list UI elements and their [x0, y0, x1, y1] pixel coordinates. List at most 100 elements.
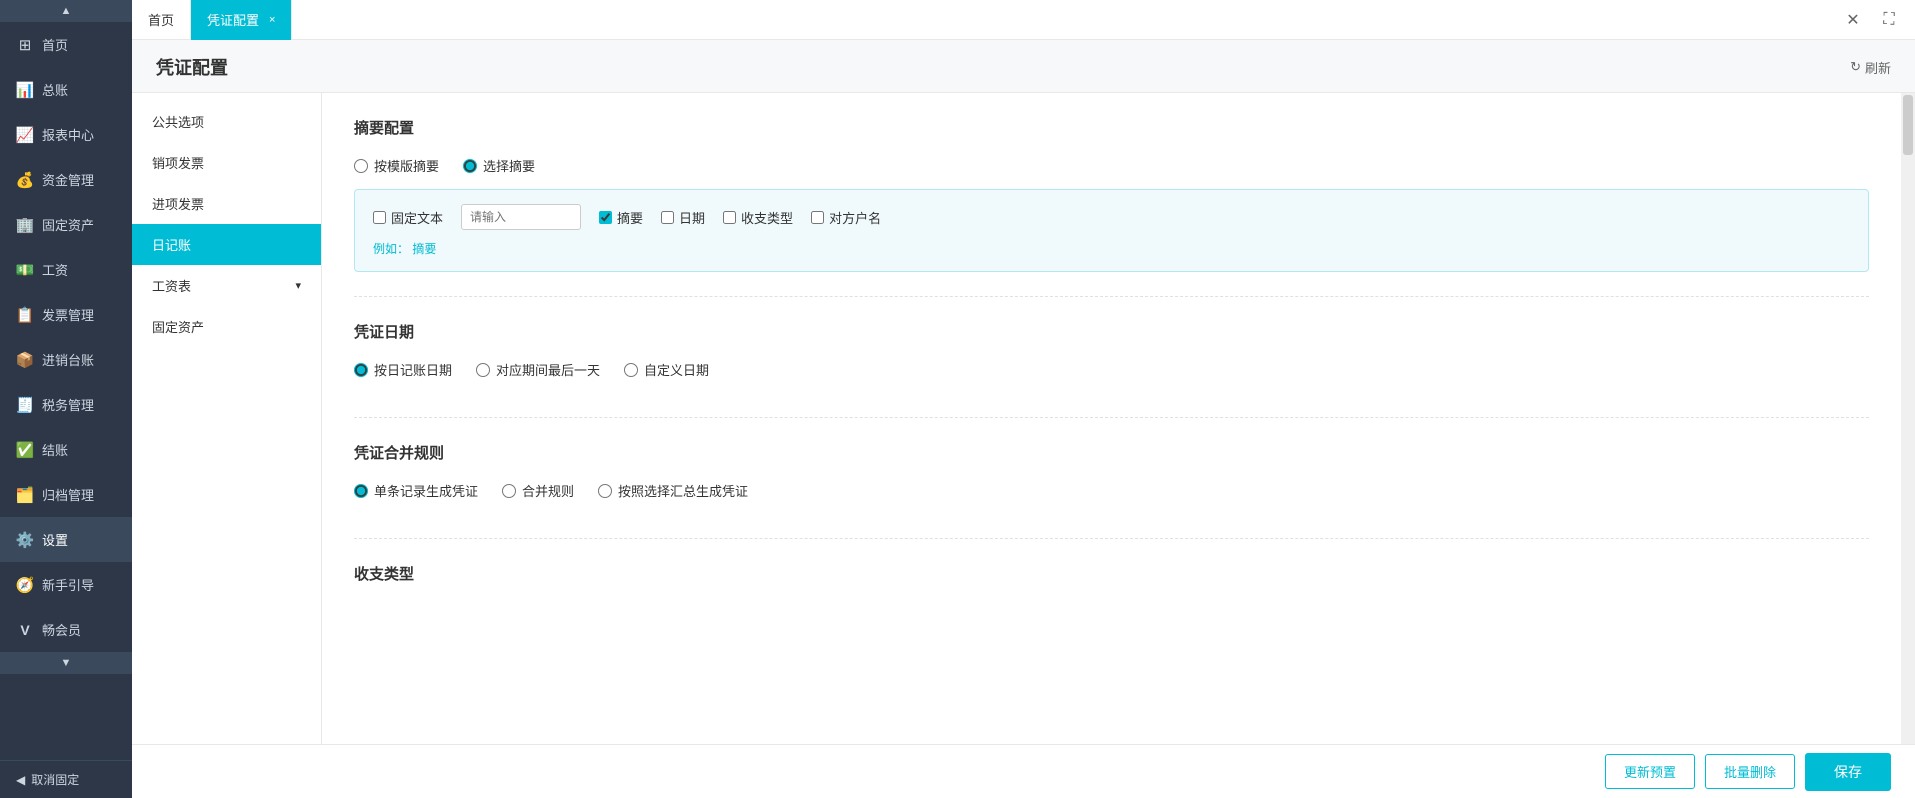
income-type-checkbox[interactable]: [723, 211, 736, 224]
sidebar-item-label: 固定资产: [42, 215, 94, 234]
page-header: 凭证配置 ↻ 刷新: [132, 40, 1915, 93]
right-content: 摘要配置 按模版摘要 选择摘要: [322, 93, 1901, 744]
left-nav-item-fixed-assets[interactable]: 固定资产: [132, 306, 321, 347]
single-record-radio[interactable]: [354, 484, 368, 498]
radio-single-record[interactable]: 单条记录生成凭证: [354, 481, 478, 500]
chevron-down-icon: ▾: [295, 279, 301, 292]
update-preview-button[interactable]: 更新预置: [1605, 754, 1695, 789]
sidebar-item-archive[interactable]: 🗂️ 归档管理: [0, 472, 132, 517]
income-type-section: 收支类型: [354, 563, 1869, 610]
radio-by-journal-date[interactable]: 按日记账日期: [354, 360, 452, 379]
sidebar-bottom-label: 取消固定: [31, 771, 79, 788]
sidebar-item-label: 报表中心: [42, 125, 94, 144]
tab-close-icon[interactable]: ×: [269, 14, 275, 26]
tab-voucher-config-label: 凭证配置: [207, 10, 259, 29]
scrollbar-thumb[interactable]: [1903, 95, 1913, 155]
radio-select-aggregate[interactable]: 按照选择汇总生成凭证: [598, 481, 748, 500]
voucher-merge-radio-group: 单条记录生成凭证 合并规则 按照选择汇总生成凭证: [354, 481, 1869, 500]
refresh-icon: ↻: [1850, 59, 1861, 75]
summary-checkbox-row: 固定文本 摘要 日期: [373, 204, 1850, 230]
sidebar-scroll-up[interactable]: ▲: [0, 0, 132, 22]
last-day-label: 对应期间最后一天: [496, 360, 600, 379]
sidebar-item-vip[interactable]: V 畅会员: [0, 607, 132, 652]
select-summary-radio[interactable]: [463, 159, 477, 173]
bottom-bar: 更新预置 批量删除 保存: [132, 744, 1915, 798]
left-nav-item-journal[interactable]: 日记账: [132, 224, 321, 265]
select-aggregate-radio[interactable]: [598, 484, 612, 498]
left-nav-item-payroll[interactable]: 工资表 ▾: [132, 265, 321, 306]
summary-label: 摘要: [617, 208, 643, 227]
sidebar-item-assets[interactable]: 🏢 固定资产: [0, 202, 132, 247]
radio-template-summary[interactable]: 按模版摘要: [354, 156, 439, 175]
left-nav-item-label: 日记账: [152, 235, 191, 254]
fixed-text-label: 固定文本: [391, 208, 443, 227]
custom-date-label: 自定义日期: [644, 360, 709, 379]
sidebar-item-ledger[interactable]: 📊 总账: [0, 67, 132, 112]
summary-config-box: 固定文本 摘要 日期: [354, 189, 1869, 272]
counterpart-checkbox[interactable]: [811, 211, 824, 224]
select-summary-label: 选择摘要: [483, 156, 535, 175]
tax-icon: 🧾: [16, 396, 34, 414]
radio-merge-rules[interactable]: 合并规则: [502, 481, 574, 500]
fullscreen-button[interactable]: ⛶: [1875, 6, 1903, 34]
tab-voucher-config[interactable]: 凭证配置 ×: [191, 0, 292, 40]
stock-icon: 📦: [16, 351, 34, 369]
left-nav-item-purchase-invoice[interactable]: 进项发票: [132, 183, 321, 224]
checkbox-income-type[interactable]: 收支类型: [723, 208, 793, 227]
checkbox-counterpart[interactable]: 对方户名: [811, 208, 881, 227]
left-nav-item-sales-invoice[interactable]: 销项发票: [132, 142, 321, 183]
template-summary-radio[interactable]: [354, 159, 368, 173]
summary-checkbox[interactable]: [599, 211, 612, 224]
sidebar-item-settle[interactable]: ✅ 结账: [0, 427, 132, 472]
save-button[interactable]: 保存: [1805, 753, 1891, 791]
sidebar-item-settings[interactable]: ⚙️ 设置: [0, 517, 132, 562]
left-nav-item-public[interactable]: 公共选项: [132, 101, 321, 142]
sidebar-item-invoice[interactable]: 📋 发票管理: [0, 292, 132, 337]
fixed-text-input[interactable]: [461, 204, 581, 230]
radio-select-summary[interactable]: 选择摘要: [463, 156, 535, 175]
sidebar-item-guide[interactable]: 🧭 新手引导: [0, 562, 132, 607]
last-day-radio[interactable]: [476, 363, 490, 377]
sidebar-unpin-button[interactable]: ◀ 取消固定: [0, 760, 132, 798]
close-window-button[interactable]: ✕: [1839, 6, 1867, 34]
sidebar-item-label: 新手引导: [42, 575, 94, 594]
merge-rules-radio[interactable]: [502, 484, 516, 498]
ledger-icon: 📊: [16, 81, 34, 99]
checkbox-fixed-text[interactable]: 固定文本: [373, 208, 443, 227]
date-checkbox[interactable]: [661, 211, 674, 224]
sidebar-item-tax[interactable]: 🧾 税务管理: [0, 382, 132, 427]
by-journal-date-radio[interactable]: [354, 363, 368, 377]
checkbox-summary[interactable]: 摘要: [599, 208, 643, 227]
radio-last-day[interactable]: 对应期间最后一天: [476, 360, 600, 379]
fixed-text-checkbox[interactable]: [373, 211, 386, 224]
sidebar-item-label: 工资: [42, 260, 68, 279]
reports-icon: 📈: [16, 126, 34, 144]
sidebar-item-label: 总账: [42, 80, 68, 99]
sidebar-item-label: 进销台账: [42, 350, 94, 369]
salary-icon: 💵: [16, 261, 34, 279]
sidebar-scroll-down[interactable]: ▼: [0, 652, 132, 674]
tab-home[interactable]: 首页: [132, 0, 191, 40]
body-layout: 公共选项 销项发票 进项发票 日记账 工资表 ▾ 固定资产: [132, 93, 1915, 744]
funds-icon: 💰: [16, 171, 34, 189]
left-nav-item-label: 工资表: [152, 276, 191, 295]
summary-config-section: 摘要配置 按模版摘要 选择摘要: [354, 117, 1869, 297]
sidebar-item-label: 设置: [42, 530, 68, 549]
sidebar-item-salary[interactable]: 💵 工资: [0, 247, 132, 292]
sidebar-item-funds[interactable]: 💰 资金管理: [0, 157, 132, 202]
content-area: 凭证配置 ↻ 刷新 公共选项 销项发票 进项发票 日记账: [132, 40, 1915, 798]
income-type-title: 收支类型: [354, 563, 1869, 584]
batch-delete-button[interactable]: 批量删除: [1705, 754, 1795, 789]
checkbox-date[interactable]: 日期: [661, 208, 705, 227]
sidebar-item-stock[interactable]: 📦 进销台账: [0, 337, 132, 382]
refresh-button[interactable]: ↻ 刷新: [1850, 58, 1891, 77]
sidebar-item-home[interactable]: ⊞ 首页: [0, 22, 132, 67]
single-record-label: 单条记录生成凭证: [374, 481, 478, 500]
tab-actions: ✕ ⛶: [1839, 6, 1915, 34]
invoice-icon: 📋: [16, 306, 34, 324]
sidebar-item-reports[interactable]: 📈 报表中心: [0, 112, 132, 157]
main-area: 首页 凭证配置 × ✕ ⛶ 凭证配置 ↻ 刷新 公共选项: [132, 0, 1915, 798]
custom-date-radio[interactable]: [624, 363, 638, 377]
radio-custom-date[interactable]: 自定义日期: [624, 360, 709, 379]
sidebar-item-label: 资金管理: [42, 170, 94, 189]
